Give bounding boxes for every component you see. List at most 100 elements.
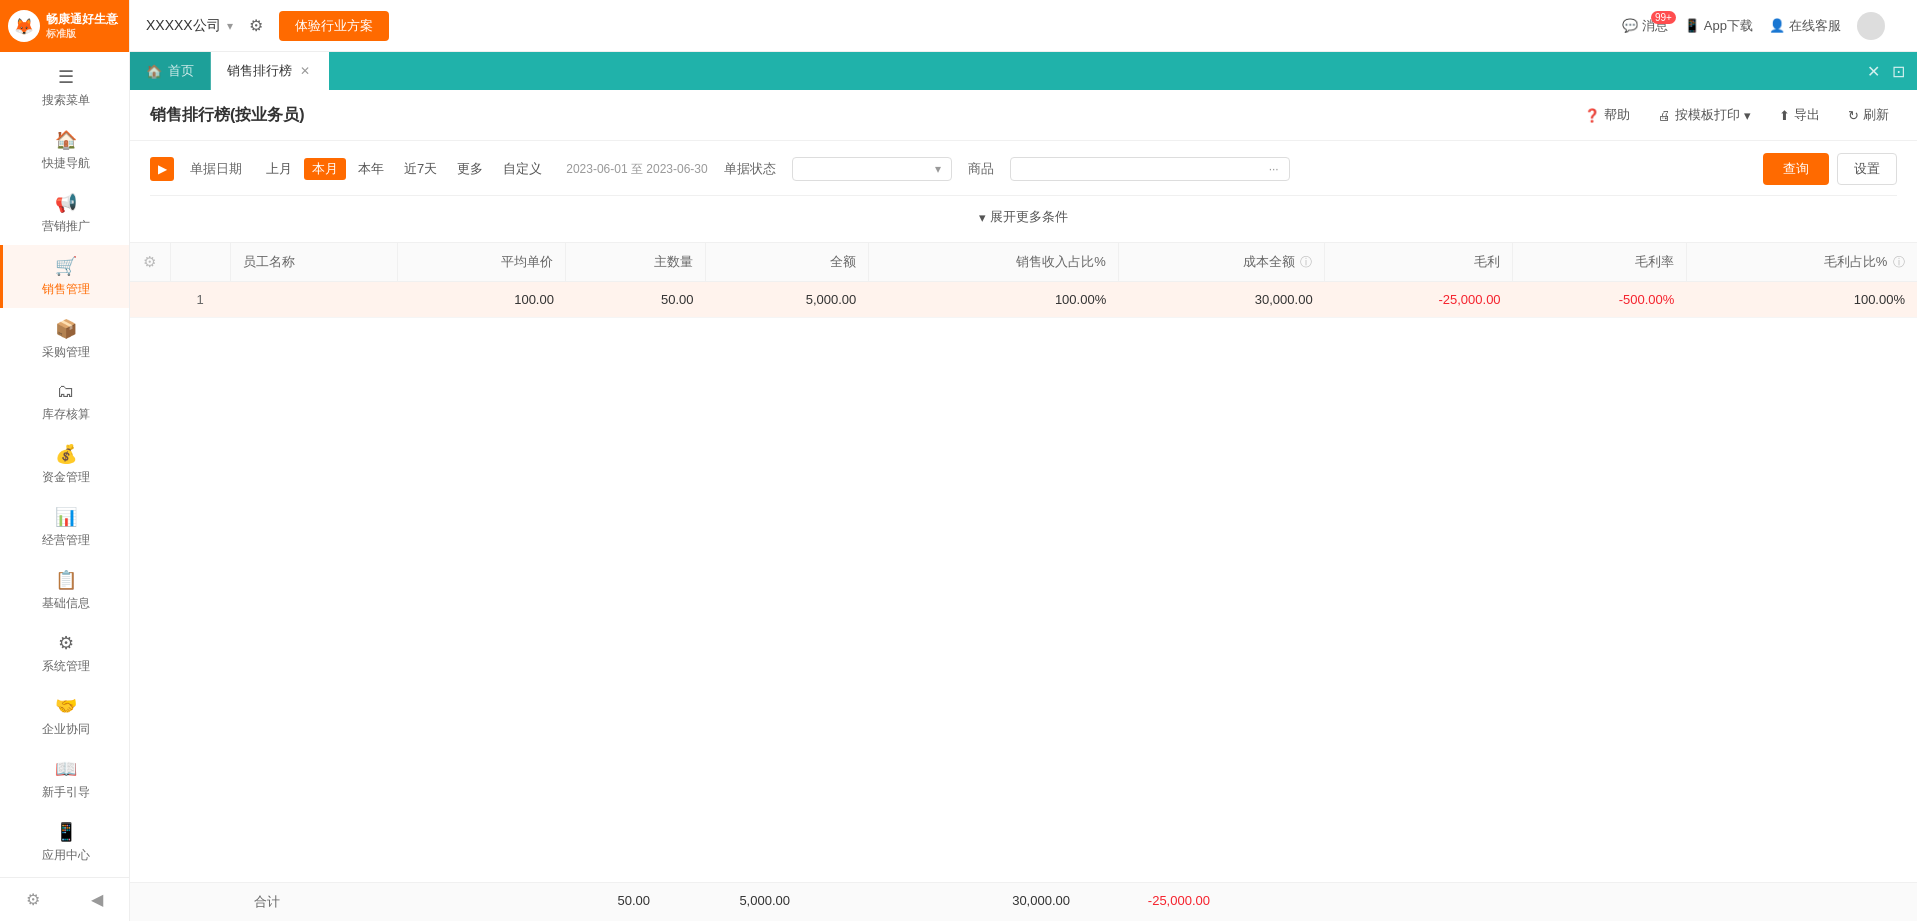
filter-toggle-icon: ▶	[158, 162, 167, 176]
status-filter-label: 单据状态	[724, 160, 776, 178]
sidebar-item-marketing[interactable]: 📢 营销推广	[0, 182, 129, 245]
goods-filter-input[interactable]: ···	[1010, 157, 1290, 181]
column-settings-icon[interactable]: ⚙	[143, 253, 156, 270]
online-service-icon: 👤	[1769, 18, 1785, 33]
print-button[interactable]: 🖨 按模板打印 ▾	[1650, 102, 1759, 128]
date-tab-more[interactable]: 更多	[449, 158, 491, 180]
date-tab-last-month[interactable]: 上月	[258, 158, 300, 180]
sidebar-collapse-button[interactable]: ◀	[87, 886, 107, 913]
sidebar-item-operations-label: 经营管理	[42, 532, 90, 549]
expand-conditions-button[interactable]: ▾ 展开更多条件	[963, 204, 1084, 230]
date-tab-custom[interactable]: 自定义	[495, 158, 550, 180]
col-gross-rate-header: 毛利率	[1513, 243, 1687, 282]
home-tab-label: 首页	[168, 62, 194, 80]
message-icon: 💬	[1622, 18, 1638, 33]
date-tab-last-7-days[interactable]: 近7天	[396, 158, 445, 180]
tab-home[interactable]: 🏠 首页	[130, 52, 211, 90]
col-amount-header: 全额	[706, 243, 869, 282]
tabbar: 🏠 首页 销售排行榜 ✕ ✕ ⊡	[130, 52, 1917, 90]
col-avg-price-header: 平均单价	[398, 243, 566, 282]
sidebar-item-purchase[interactable]: 📦 采购管理	[0, 308, 129, 371]
sidebar-item-enterprise[interactable]: 🤝 企业协同	[0, 685, 129, 748]
sidebar-item-system[interactable]: ⚙ 系统管理	[0, 622, 129, 685]
row-cost-amount: 30,000.00	[1118, 282, 1324, 318]
filter-row-main: ▶ 单据日期 上月 本月 本年 近7天 更多 自定义 2023-06-01 至 …	[150, 153, 1897, 185]
sidebar-item-quick-nav[interactable]: 🏠 快捷导航	[0, 119, 129, 182]
message-badge: 99+	[1651, 11, 1676, 24]
inventory-icon: 🗂	[57, 381, 75, 402]
app-center-icon: 📱	[55, 821, 77, 843]
refresh-button[interactable]: ↻ 刷新	[1840, 102, 1897, 128]
sidebar-item-basic-info-label: 基础信息	[42, 595, 90, 612]
company-selector[interactable]: XXXXX公司 ▾	[146, 17, 233, 35]
sidebar-item-app-center-label: 应用中心	[42, 847, 90, 864]
message-button[interactable]: 💬 消息 99+	[1622, 17, 1668, 35]
app-download-label: App下载	[1704, 17, 1753, 35]
sidebar-item-basic-info[interactable]: 📋 基础信息	[0, 559, 129, 622]
search-menu-icon: ☰	[58, 66, 74, 88]
company-name: XXXXX公司	[146, 17, 221, 35]
online-service-button[interactable]: 👤 在线客服	[1769, 17, 1841, 35]
purchase-icon: 📦	[55, 318, 77, 340]
sidebar-settings-button[interactable]: ⚙	[22, 886, 44, 913]
footer-label: 合计	[242, 893, 442, 911]
row-gross-profit: -25,000.00	[1325, 282, 1513, 318]
footer-empty-2	[182, 893, 242, 911]
sidebar-item-operations[interactable]: 📊 经营管理	[0, 496, 129, 559]
avatar[interactable]	[1857, 12, 1885, 40]
row-empty-cell	[130, 282, 170, 318]
enterprise-icon: 🤝	[55, 695, 77, 717]
settings-button[interactable]: 设置	[1837, 153, 1897, 185]
sidebar-item-search-label: 搜索菜单	[42, 92, 90, 109]
topbar-settings-icon[interactable]: ⚙	[245, 12, 267, 39]
sidebar-item-inventory-label: 库存核算	[42, 406, 90, 423]
expand-label: 展开更多条件	[990, 208, 1068, 226]
data-table: ⚙ 员工名称 平均单价 主数量 全额 销售收入占比% 成本全额 ⓘ	[130, 243, 1917, 318]
table-body: 1 100.00 50.00 5,000.00 100.00% 30,000.0…	[130, 282, 1917, 318]
table-footer: 合计 50.00 5,000.00 30,000.00 -25,000.00	[130, 882, 1917, 921]
row-sales-pct: 100.00%	[868, 282, 1118, 318]
footer-avg-price	[442, 893, 542, 911]
query-button[interactable]: 查询	[1763, 153, 1829, 185]
tab-maximize-button[interactable]: ⊡	[1888, 58, 1909, 85]
logo-icon: 🦊	[8, 10, 40, 42]
sidebar-item-inventory[interactable]: 🗂 库存核算	[0, 371, 129, 433]
export-label: 导出	[1794, 106, 1820, 124]
expand-icon: ▾	[979, 210, 986, 225]
sidebar-item-sales-label: 销售管理	[42, 281, 90, 298]
footer-amount: 5,000.00	[662, 893, 802, 911]
sidebar-item-system-label: 系统管理	[42, 658, 90, 675]
sidebar-item-finance[interactable]: 💰 资金管理	[0, 433, 129, 496]
tab-close-window-button[interactable]: ✕	[1863, 58, 1884, 85]
app-download-button[interactable]: 📱 App下载	[1684, 17, 1753, 35]
date-tab-this-month[interactable]: 本月	[304, 158, 346, 180]
help-label: 帮助	[1604, 106, 1630, 124]
cost-amount-info-icon[interactable]: ⓘ	[1300, 255, 1312, 269]
sidebar-item-sales[interactable]: 🛒 销售管理	[0, 245, 129, 308]
tab-sales-rank[interactable]: 销售排行榜 ✕	[211, 52, 329, 90]
refresh-icon: ↻	[1848, 108, 1859, 123]
system-icon: ⚙	[58, 632, 74, 654]
footer-main-qty: 50.00	[542, 893, 662, 911]
sidebar-item-search[interactable]: ☰ 搜索菜单	[0, 56, 129, 119]
date-tabs: 上月 本月 本年 近7天 更多 自定义	[258, 158, 550, 180]
col-gross-pct-header: 毛利占比% ⓘ	[1686, 243, 1917, 282]
status-filter-chevron-icon: ▾	[935, 162, 941, 176]
date-tab-this-year[interactable]: 本年	[350, 158, 392, 180]
sales-rank-tab-label: 销售排行榜	[227, 62, 292, 80]
tab-close-icon[interactable]: ✕	[298, 63, 312, 79]
export-button[interactable]: ⬆ 导出	[1771, 102, 1828, 128]
sidebar-item-guide[interactable]: 📖 新手引导	[0, 748, 129, 811]
marketing-icon: 📢	[55, 192, 77, 214]
sidebar-bottom: ⚙ ◀	[0, 877, 129, 921]
gross-pct-info-icon[interactable]: ⓘ	[1893, 255, 1905, 269]
help-button[interactable]: ❓ 帮助	[1576, 102, 1638, 128]
company-chevron-icon: ▾	[227, 19, 233, 33]
goods-filter-label: 商品	[968, 160, 994, 178]
filter-toggle-button[interactable]: ▶	[150, 157, 174, 181]
trial-button[interactable]: 体验行业方案	[279, 11, 389, 41]
sidebar-item-app-center[interactable]: 📱 应用中心	[0, 811, 129, 874]
col-rank-header	[170, 243, 230, 282]
row-gross-pct: 100.00%	[1686, 282, 1917, 318]
status-filter-select[interactable]: ▾	[792, 157, 952, 181]
